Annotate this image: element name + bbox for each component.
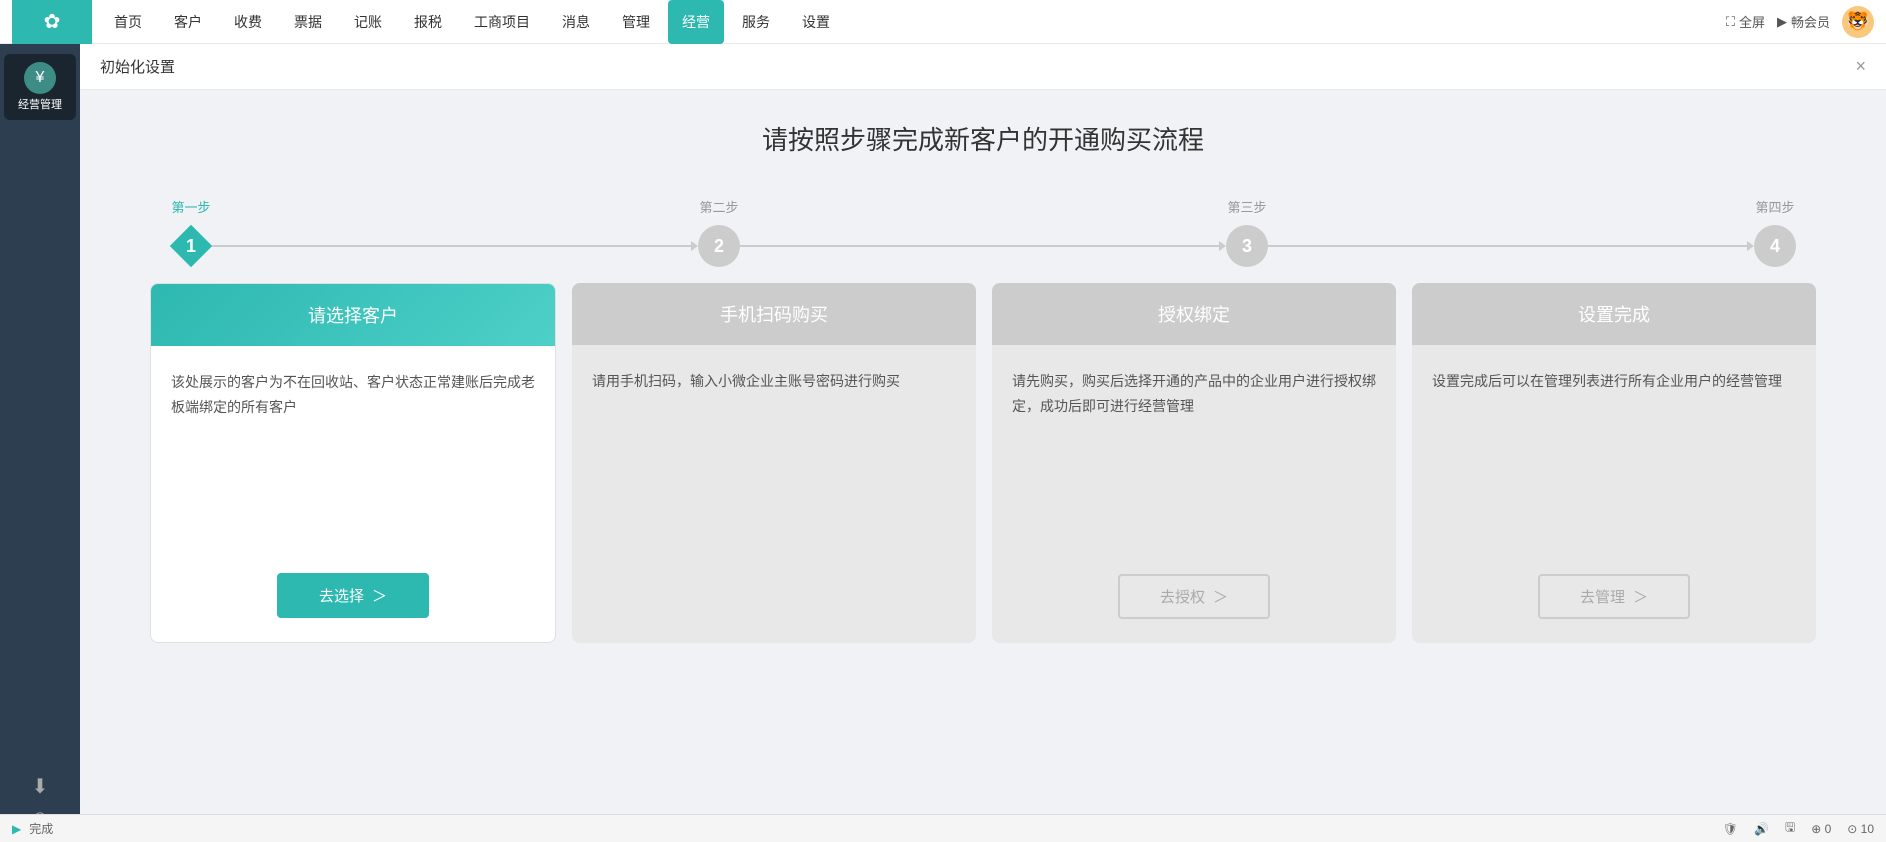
card-4-body-text: 设置完成后可以在管理列表进行所有企业用户的经营管理: [1432, 373, 1782, 389]
logo-area: ✿: [12, 0, 92, 44]
card-3-btn-arrow: ＞: [1213, 586, 1228, 607]
card-2-header: 手机扫码购买: [572, 283, 976, 345]
nav-item-service[interactable]: 服务: [728, 0, 784, 44]
step-4-circle: 4: [1754, 225, 1796, 267]
avatar[interactable]: 🐯: [1842, 6, 1874, 38]
sidebar-item-operation[interactable]: ¥ 经营管理: [4, 54, 76, 120]
nav-item-manage[interactable]: 管理: [608, 0, 664, 44]
nav-item-business[interactable]: 工商项目: [460, 0, 544, 44]
card-1-body-text: 该处展示的客户为不在回收站、客户状态正常建账后完成老板端绑定的所有客户: [171, 374, 535, 415]
nav-item-invoice[interactable]: 票据: [280, 0, 336, 44]
card-3-footer: 去授权 ＞: [992, 558, 1396, 643]
card-3: 授权绑定 请先购买，购买后选择开通的产品中的企业用户进行授权绑定，成功后即可进行…: [992, 283, 1396, 643]
card-1-body: 该处展示的客户为不在回收站、客户状态正常建账后完成老板端绑定的所有客户: [151, 346, 555, 557]
step-4-label: 第四步: [1755, 197, 1794, 217]
volume-icon: 🔊: [1754, 822, 1769, 836]
nav-item-customer[interactable]: 客户: [160, 0, 216, 44]
card-1-btn-label: 去选择: [319, 585, 364, 606]
step-3-label: 第三步: [1227, 197, 1266, 217]
main-content: 初始化设置 × 请按照步骤完成新客户的开通购买流程 第一步 1: [80, 44, 1886, 842]
nav-items: 首页 客户 收费 票据 记账 报税 工商项目 消息 管理 经营 服务 设置: [100, 0, 1726, 44]
sidebar-item-label: 经营管理: [18, 98, 62, 112]
step-1-label: 第一步: [171, 197, 210, 217]
step-1-circle: 1: [170, 225, 212, 267]
nav-item-message[interactable]: 消息: [548, 0, 604, 44]
cards-row: 请选择客户 该处展示的客户为不在回收站、客户状态正常建账后完成老板端绑定的所有客…: [120, 283, 1846, 643]
play-icon[interactable]: ▶: [12, 822, 21, 836]
step-3-circle: 3: [1226, 225, 1268, 267]
page-title: 初始化设置: [100, 56, 175, 77]
card-1-btn-arrow: ＞: [372, 585, 387, 606]
step-2-label: 第二步: [699, 197, 738, 217]
card-2-body-text: 请用手机扫码，输入小微企业主账号密码进行购买: [592, 373, 900, 389]
fullscreen-btn[interactable]: ⛶ 全屏: [1726, 12, 1765, 31]
page-header: 初始化设置 ×: [80, 44, 1886, 90]
status-bar: ▶ 完成 🛡 🔊 🖫 ⊕ 0 ⊙ 10: [0, 814, 1886, 842]
step-2: 第二步 2: [698, 197, 740, 267]
close-button[interactable]: ×: [1855, 56, 1866, 77]
card-4-header: 设置完成: [1412, 283, 1816, 345]
card-3-header: 授权绑定: [992, 283, 1396, 345]
content-area: 请按照步骤完成新客户的开通购买流程 第一步 1: [80, 90, 1886, 673]
member-btn[interactable]: ▶ 畅会员: [1777, 12, 1830, 31]
nav-item-settings[interactable]: 设置: [788, 0, 844, 44]
layout: ¥ 经营管理 ⬇ ☺ 初始化设置 × 请按照步骤完成新客户的开通购买流程 第一步: [0, 44, 1886, 842]
play-icon-nav: ▶: [1777, 14, 1787, 30]
connector-3-4: [1268, 213, 1754, 251]
operation-icon: ¥: [24, 62, 56, 94]
nav-right: ⛶ 全屏 ▶ 畅会员 🐯: [1726, 6, 1874, 38]
card-1: 请选择客户 该处展示的客户为不在回收站、客户状态正常建账后完成老板端绑定的所有客…: [150, 283, 556, 643]
fullscreen-label: 全屏: [1739, 12, 1765, 31]
card-4: 设置完成 设置完成后可以在管理列表进行所有企业用户的经营管理 去管理 ＞: [1412, 283, 1816, 643]
card-2-footer: [572, 603, 976, 643]
card-3-btn-label: 去授权: [1160, 586, 1205, 607]
member-label: 畅会员: [1791, 12, 1830, 31]
card-2-body: 请用手机扫码，输入小微企业主账号密码进行购买: [572, 345, 976, 603]
card-3-title: 授权绑定: [1158, 305, 1230, 325]
card-4-title: 设置完成: [1578, 305, 1650, 325]
status-right: 🛡 🔊 🖫 ⊕ 0 ⊙ 10: [1723, 818, 1874, 839]
steps-visual: 第一步 1 第二步 2: [120, 197, 1846, 267]
step-3: 第三步 3: [1226, 197, 1268, 267]
download-icon[interactable]: ⬇: [32, 774, 49, 799]
connector-2-3: [740, 213, 1226, 251]
card-4-btn-arrow: ＞: [1633, 586, 1648, 607]
card-4-body: 设置完成后可以在管理列表进行所有企业用户的经营管理: [1412, 345, 1816, 558]
nav-item-charge[interactable]: 收费: [220, 0, 276, 44]
card-2-title: 手机扫码购买: [720, 305, 828, 325]
save-icon: 🖫: [1785, 818, 1795, 839]
nav-item-operation[interactable]: 经营: [668, 0, 724, 44]
card-4-btn[interactable]: 去管理 ＞: [1538, 574, 1690, 619]
card-4-btn-label: 去管理: [1580, 586, 1625, 607]
card-1-title: 请选择客户: [308, 306, 398, 326]
logo-icon: ✿: [44, 9, 61, 34]
sidebar: ¥ 经营管理 ⬇ ☺: [0, 44, 80, 842]
card-1-footer: 去选择 ＞: [151, 557, 555, 642]
nav-item-account[interactable]: 记账: [340, 0, 396, 44]
zoom-level: ⊙ 10: [1847, 822, 1874, 836]
nav-item-tax[interactable]: 报税: [400, 0, 456, 44]
notification-count: ⊕ 0: [1811, 822, 1831, 836]
connector-1-2: [212, 213, 698, 251]
top-nav: ✿ 首页 客户 收费 票据 记账 报税 工商项目 消息 管理 经营 服务 设置 …: [0, 0, 1886, 44]
card-2: 手机扫码购买 请用手机扫码，输入小微企业主账号密码进行购买: [572, 283, 976, 643]
step-1: 第一步 1: [170, 197, 212, 267]
card-3-body-text: 请先购买，购买后选择开通的产品中的企业用户进行授权绑定，成功后即可进行经营管理: [1012, 373, 1376, 414]
shield-icon: 🛡: [1723, 822, 1738, 836]
fullscreen-icon: ⛶: [1726, 14, 1735, 30]
card-1-header: 请选择客户: [151, 284, 555, 346]
status-text: 完成: [29, 820, 53, 837]
main-heading: 请按照步骤完成新客户的开通购买流程: [120, 120, 1846, 157]
card-3-body: 请先购买，购买后选择开通的产品中的企业用户进行授权绑定，成功后即可进行经营管理: [992, 345, 1396, 558]
card-3-btn[interactable]: 去授权 ＞: [1118, 574, 1270, 619]
step-2-circle: 2: [698, 225, 740, 267]
card-4-footer: 去管理 ＞: [1412, 558, 1816, 643]
nav-item-home[interactable]: 首页: [100, 0, 156, 44]
card-1-btn[interactable]: 去选择 ＞: [277, 573, 429, 618]
step-4: 第四步 4: [1754, 197, 1796, 267]
status-left: ▶ 完成: [12, 820, 53, 837]
